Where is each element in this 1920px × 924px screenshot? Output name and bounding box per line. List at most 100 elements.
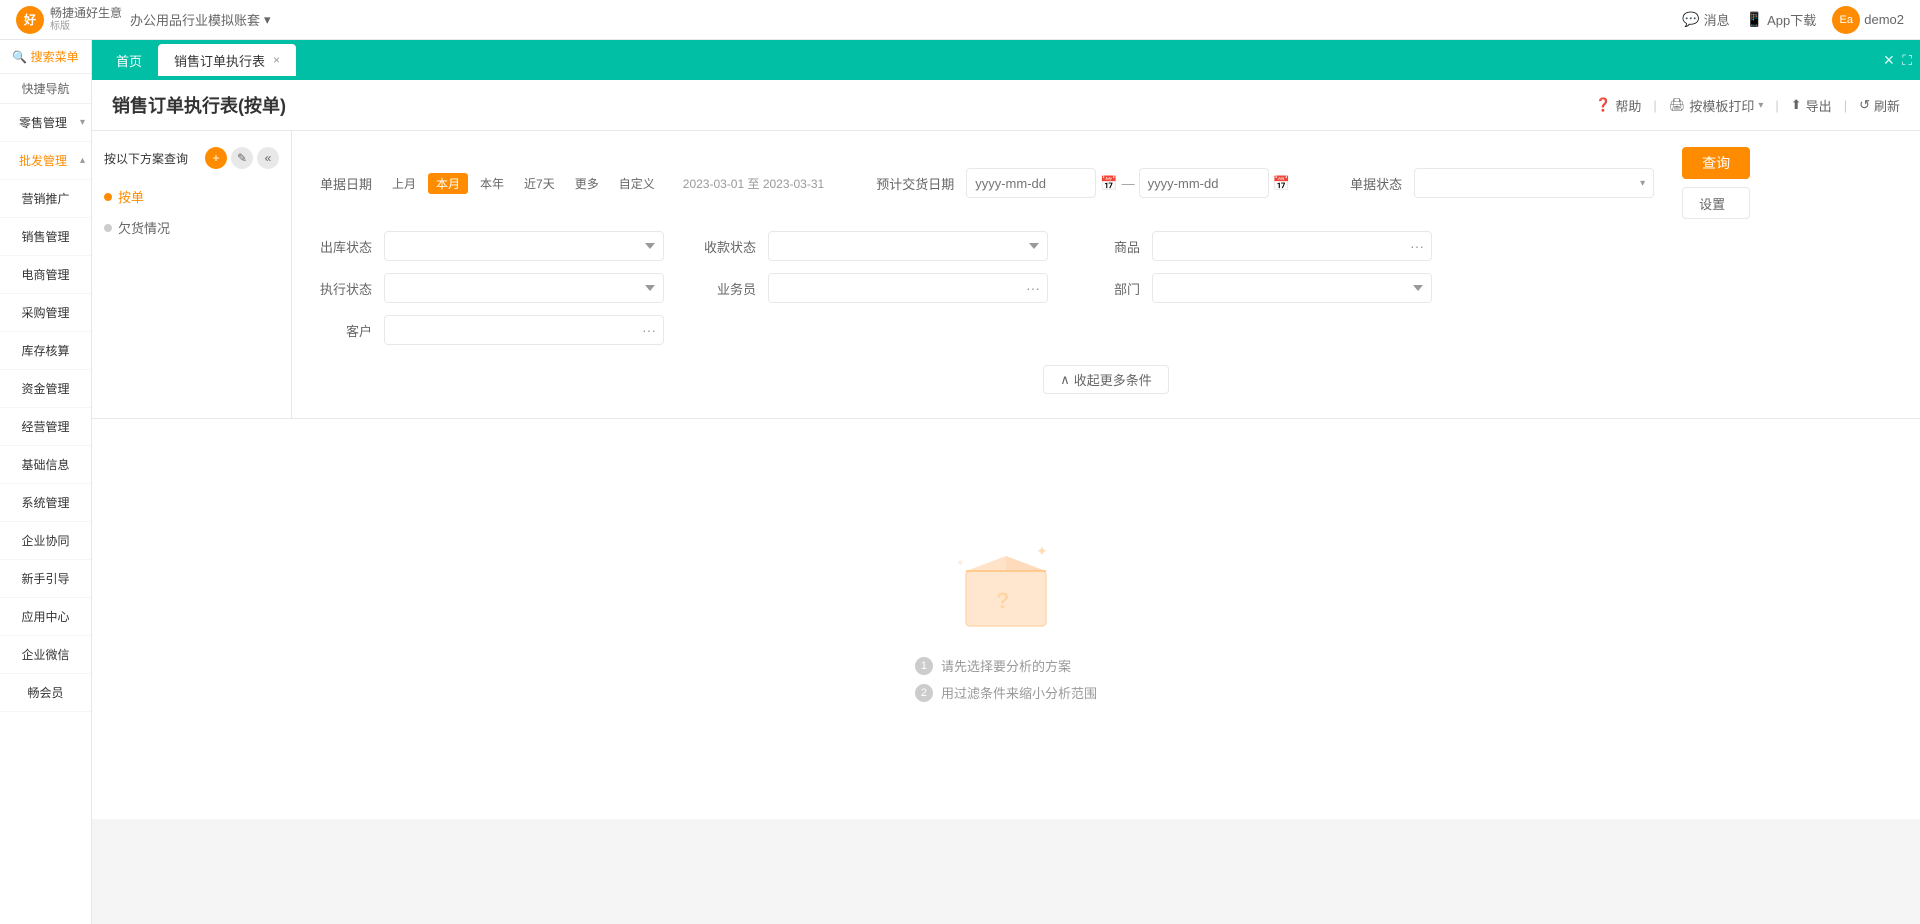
sidebar-item-apps[interactable]: 应用中心 [0,598,91,636]
date-tab-this-month[interactable]: 本月 [428,173,468,194]
product-label: 商品 [1080,237,1140,256]
date-range-text: 2023-03-01 至 2023-03-31 [683,175,824,192]
export-btn[interactable]: ⬆ 导出 [1791,96,1832,115]
query-button[interactable]: 查询 [1682,147,1750,179]
salesman-more-btn[interactable]: ··· [1026,280,1040,296]
sidebar-item-marketing-label: 营销推广 [6,190,85,207]
expected-date-end[interactable] [1139,168,1269,198]
customer-more-btn[interactable]: ··· [642,322,656,338]
sidebar-item-operations[interactable]: 经营管理 [0,408,91,446]
breadcrumb-arrow[interactable]: ▾ [264,12,271,28]
sidebar-retail-arrow: ▾ [80,117,85,128]
filter-row-3: 执行状态 业务员 ··· 部门 [312,273,1900,303]
divider1: | [1653,98,1656,113]
sidebar-item-sales[interactable]: 销售管理 [0,218,91,256]
sidebar-item-system[interactable]: 系统管理 [0,484,91,522]
date-tab-last-month[interactable]: 上月 [384,173,424,194]
message-btn[interactable]: 💬 消息 [1682,10,1729,29]
date-tab-more[interactable]: 更多 [567,173,607,194]
date-tabs: 上月 本月 本年 近7天 更多 自定义 [384,173,663,194]
help-btn[interactable]: ❓ 帮助 [1595,96,1641,115]
status-select[interactable]: ▾ [1414,168,1654,198]
app-download-btn[interactable]: 📱 App下载 [1746,10,1817,29]
add-scheme-btn[interactable]: + [205,147,227,169]
action-buttons: 查询 设置 [1682,147,1750,219]
sidebar-item-marketing[interactable]: 营销推广 [0,180,91,218]
sidebar-item-apps-label: 应用中心 [6,608,85,625]
header-left: 好 畅捷通好生意 标版 办公用品行业模拟账套 ▾ [16,6,271,34]
right-area: 首页 销售订单执行表 × × ⛶ 销售订单执行表(按单) ❓ 帮助 [92,40,1920,924]
print-btn[interactable]: 🖨 按模板打印 ▾ [1669,96,1764,115]
date-tab-this-year[interactable]: 本年 [472,173,512,194]
sidebar-item-inventory[interactable]: 库存核算 [0,332,91,370]
salesman-field: ··· [768,273,1048,303]
customer-input[interactable] [384,315,664,345]
customer-label: 客户 [312,321,372,340]
tab-sales-exec[interactable]: 销售订单执行表 × [158,44,296,76]
filter-sub-item-orders[interactable]: 按单 [104,181,279,212]
collect-status-select[interactable] [768,231,1048,261]
add-icon: + [212,151,219,165]
empty-step-1: 1 请先选择要分析的方案 [915,656,1097,675]
tab-bar: 首页 销售订单执行表 × × ⛶ [92,40,1920,80]
sidebar-item-retail[interactable]: 零售管理 ▾ [0,104,91,142]
sidebar-item-purchase[interactable]: 采购管理 [0,294,91,332]
setting-button[interactable]: 设置 [1682,187,1750,219]
exec-status-select[interactable] [384,273,664,303]
filter-sub-backorder-label: 欠货情况 [118,218,170,237]
breadcrumb: 办公用品行业模拟账套 ▾ [130,10,271,29]
sidebar-item-inventory-label: 库存核算 [6,342,85,359]
page-header: 销售订单执行表(按单) ❓ 帮助 | 🖨 按模板打印 ▾ | ⬆ [92,80,1920,131]
logo-area: 好 畅捷通好生意 标版 [16,6,122,34]
refresh-btn[interactable]: ↺ 刷新 [1859,96,1900,115]
empty-state: ✦ ✦ ? 1 请先选择要分析的方案 2 用过滤条件来 [895,456,1117,782]
out-status-select[interactable] [384,231,664,261]
calendar-icon-end[interactable]: 📅 [1273,175,1290,192]
sidebar-item-wechat[interactable]: 企业微信 [0,636,91,674]
sidebar-item-guide[interactable]: 新手引导 [0,560,91,598]
date-tab-custom[interactable]: 自定义 [611,173,663,194]
page-actions: ❓ 帮助 | 🖨 按模板打印 ▾ | ⬆ 导出 | [1595,96,1900,115]
filter-sub-item-backorder[interactable]: 欠货情况 [104,212,279,243]
filter-left-panel: 按以下方案查询 + ✎ « [92,131,292,418]
salesman-label: 业务员 [696,279,756,298]
sidebar-quick-nav[interactable]: 快捷导航 [0,74,91,104]
tab-maximize-btn[interactable]: ⛶ [1902,52,1912,69]
sidebar-item-guide-label: 新手引导 [6,570,85,587]
collapse-icon: « [265,151,272,165]
header-right: 💬 消息 📱 App下载 Ea demo2 [1682,6,1904,34]
active-tab-label: 销售订单执行表 [174,51,265,70]
sidebar-item-wechat-label: 企业微信 [6,646,85,663]
logo-icon: 好 [16,6,44,34]
calendar-icon-start[interactable]: 📅 [1100,175,1117,192]
expected-date-start[interactable] [966,168,1096,198]
export-label: 导出 [1806,96,1832,115]
sidebar-item-member[interactable]: 畅会员 [0,674,91,712]
sidebar-search[interactable]: 🔍 搜索菜单 [0,40,91,74]
product-more-btn[interactable]: ··· [1410,238,1424,254]
sidebar-item-ecommerce-label: 电商管理 [6,266,85,283]
sidebar-item-basics[interactable]: 基础信息 [0,446,91,484]
app-icon: 📱 [1746,11,1763,28]
collapse-btn[interactable]: ∧ 收起更多条件 [1043,365,1169,394]
dept-select[interactable] [1152,273,1432,303]
tab-close-btn[interactable]: × [273,53,280,67]
date-tab-7days[interactable]: 近7天 [516,173,563,194]
sidebar-item-wholesale[interactable]: 批发管理 ▴ [0,142,91,180]
filter-wrapper: 按以下方案查询 + ✎ « [92,131,1920,418]
svg-text:✦: ✦ [1036,543,1048,559]
salesman-input[interactable] [768,273,1048,303]
sidebar-item-enterprise-label: 企业协同 [6,532,85,549]
user-area[interactable]: Ea demo2 [1832,6,1904,34]
product-input[interactable] [1152,231,1432,261]
sidebar-item-enterprise[interactable]: 企业协同 [0,522,91,560]
tab-home[interactable]: 首页 [100,44,158,76]
tab-minimize-btn[interactable]: × [1884,50,1895,71]
product-field: ··· [1152,231,1432,261]
sidebar-item-ecommerce[interactable]: 电商管理 [0,256,91,294]
print-arrow: ▾ [1758,100,1763,111]
svg-text:✦: ✦ [956,558,964,569]
collapse-scheme-btn[interactable]: « [257,147,279,169]
sidebar-item-finance[interactable]: 资金管理 [0,370,91,408]
edit-scheme-btn[interactable]: ✎ [231,147,253,169]
